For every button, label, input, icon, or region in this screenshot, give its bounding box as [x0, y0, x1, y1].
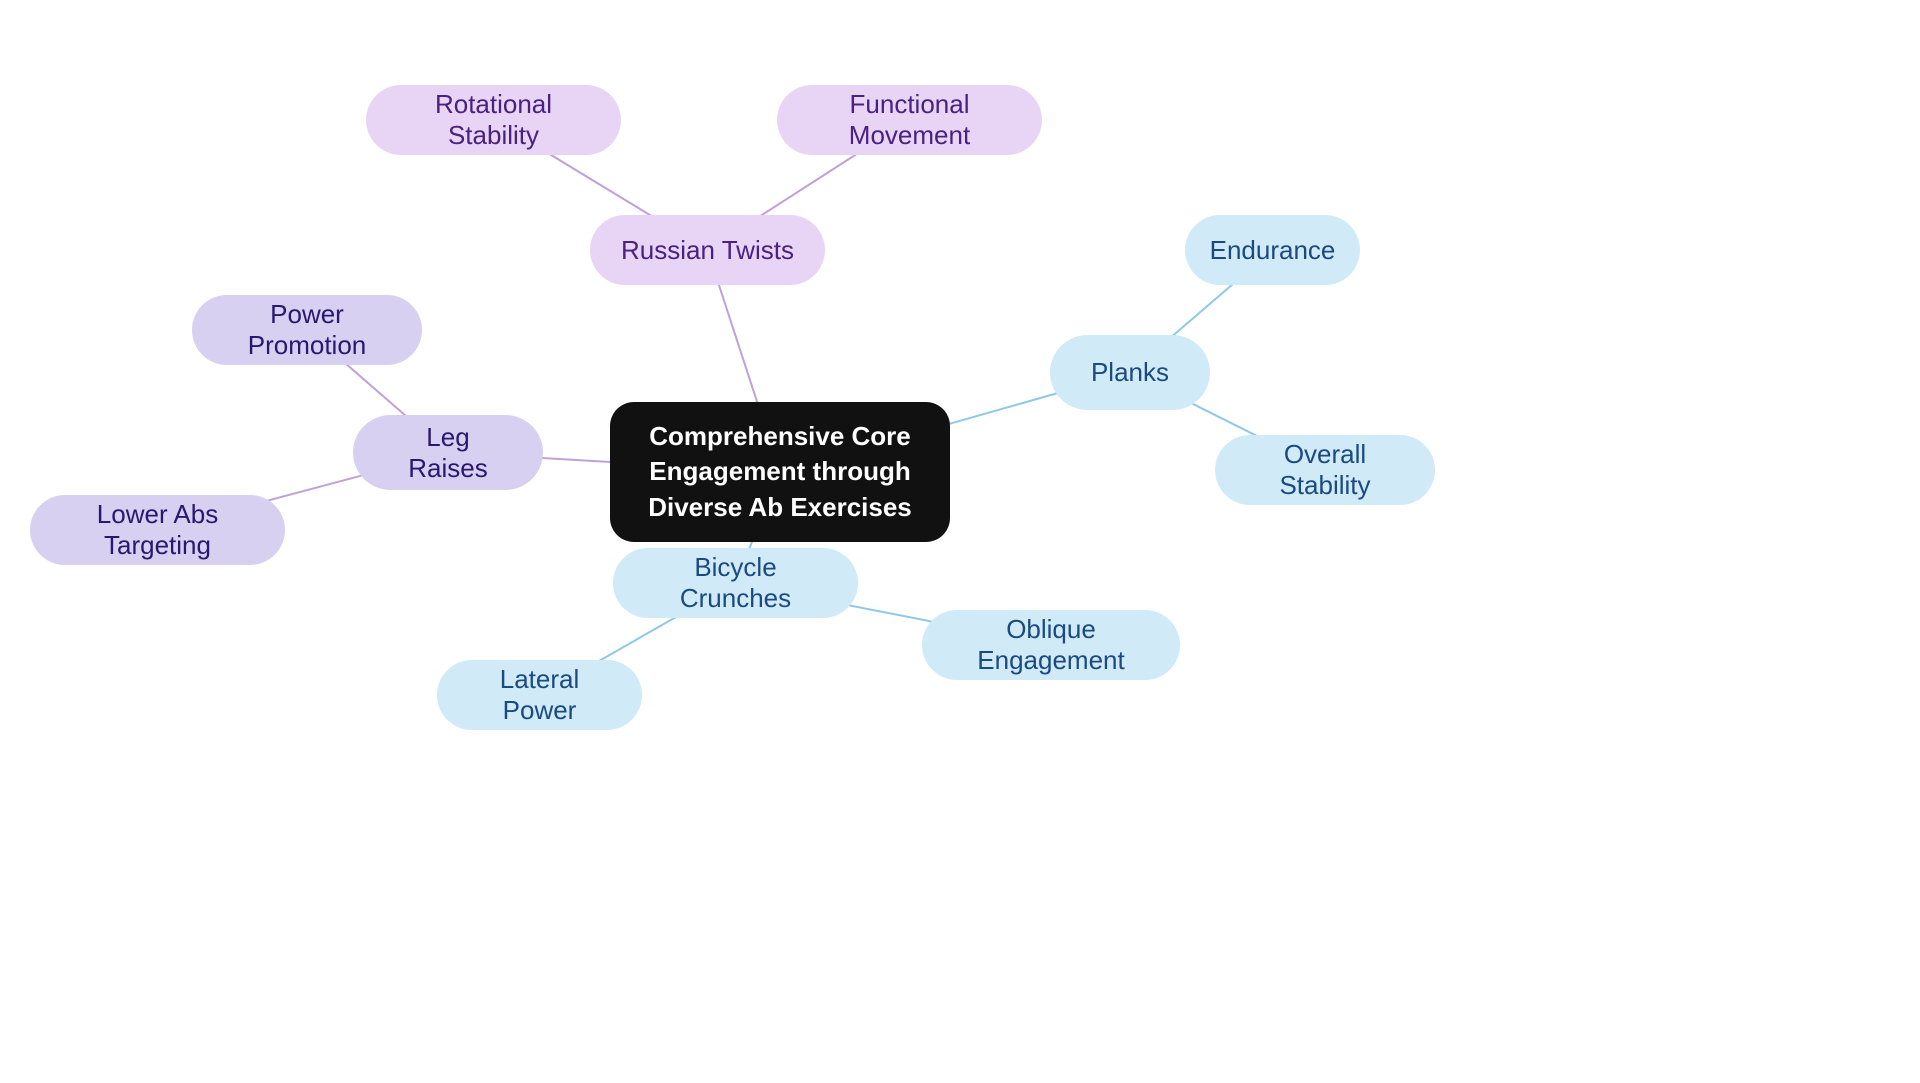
center-node: Comprehensive Core Engagement through Di… — [610, 402, 950, 542]
node-bicycle-crunches[interactable]: Bicycle Crunches — [613, 548, 858, 618]
node-label: Russian Twists — [621, 235, 794, 266]
node-lateral-power[interactable]: Lateral Power — [437, 660, 642, 730]
node-planks[interactable]: Planks — [1050, 335, 1210, 410]
node-label: Bicycle Crunches — [643, 552, 828, 614]
node-oblique-engagement[interactable]: Oblique Engagement — [922, 610, 1180, 680]
node-label: Lateral Power — [467, 664, 612, 726]
node-label: Power Promotion — [222, 299, 392, 361]
node-label: Lower Abs Targeting — [60, 499, 255, 561]
node-rotational-stability[interactable]: Rotational Stability — [366, 85, 621, 155]
node-label: Endurance — [1210, 235, 1336, 266]
node-label: Functional Movement — [807, 89, 1012, 151]
node-label: Overall Stability — [1245, 439, 1405, 501]
node-label: Oblique Engagement — [952, 614, 1150, 676]
center-label: Comprehensive Core Engagement through Di… — [640, 419, 920, 524]
node-lower-abs-targeting[interactable]: Lower Abs Targeting — [30, 495, 285, 565]
node-label: Planks — [1091, 357, 1169, 388]
node-overall-stability[interactable]: Overall Stability — [1215, 435, 1435, 505]
node-functional-movement[interactable]: Functional Movement — [777, 85, 1042, 155]
node-power-promotion[interactable]: Power Promotion — [192, 295, 422, 365]
node-label: Rotational Stability — [396, 89, 591, 151]
node-label: Leg Raises — [383, 422, 513, 484]
node-russian-twists[interactable]: Russian Twists — [590, 215, 825, 285]
node-endurance[interactable]: Endurance — [1185, 215, 1360, 285]
node-leg-raises[interactable]: Leg Raises — [353, 415, 543, 490]
mind-map-connections — [0, 0, 1920, 1083]
